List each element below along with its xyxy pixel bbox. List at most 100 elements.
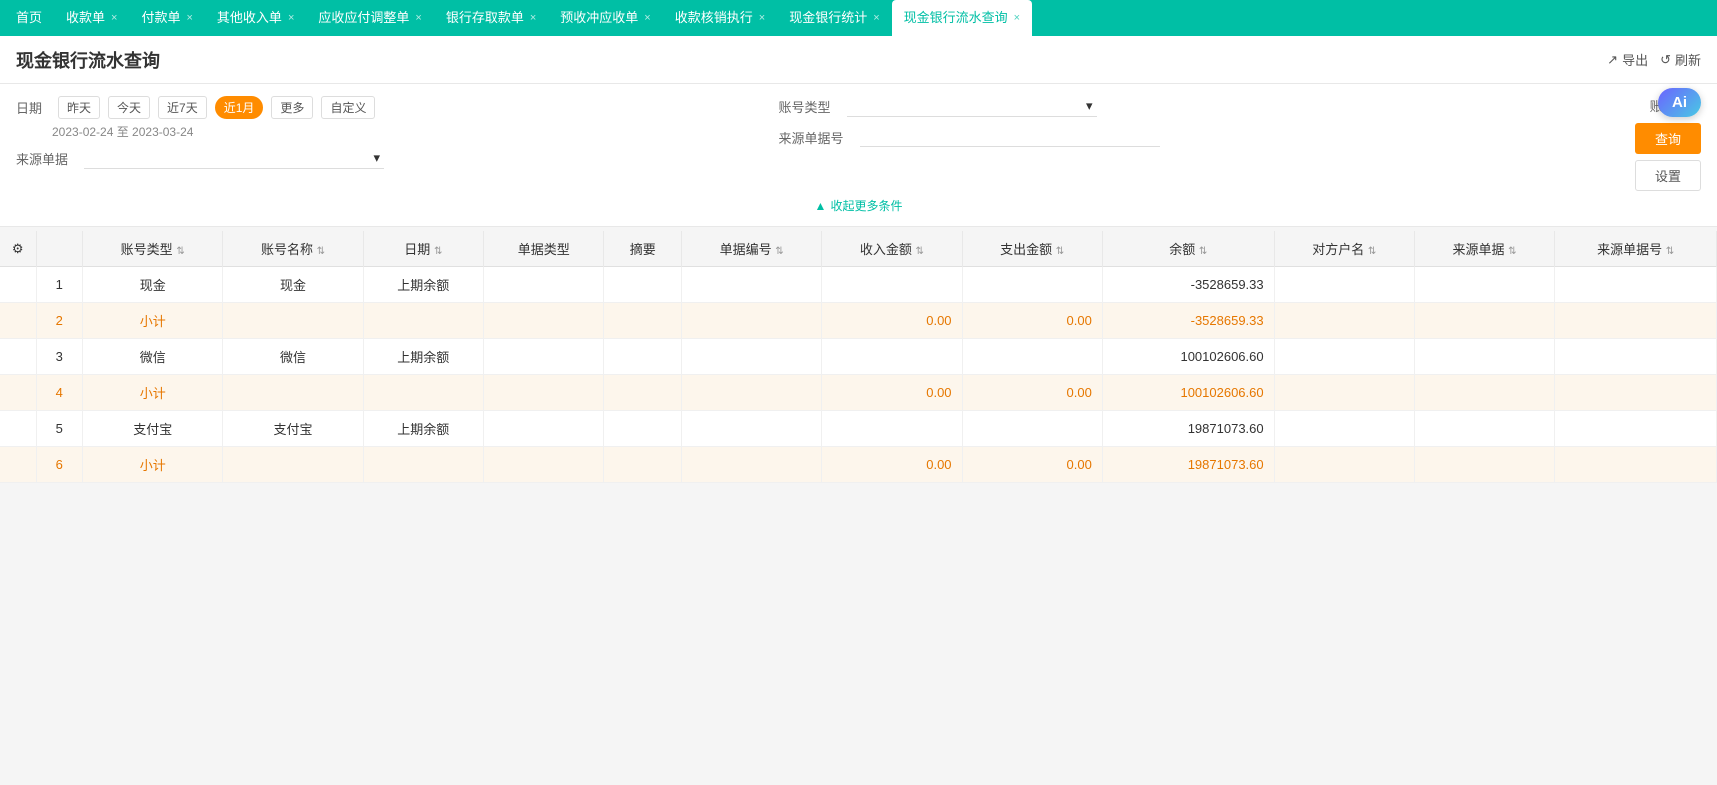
source-doc-no-input[interactable] [860, 127, 1160, 147]
account-type-select[interactable]: ▾ [847, 96, 1097, 117]
nav-receipt-exec-close[interactable]: × [759, 0, 765, 36]
cell-account-type: 支付宝 [83, 411, 223, 447]
col-account-name[interactable]: 账号名称 ⇅ [223, 231, 363, 267]
cell-income: 0.00 [822, 375, 962, 411]
col-source-doc[interactable]: 来源单据 ⇅ [1414, 231, 1554, 267]
cell-summary [604, 267, 682, 303]
date-range-display: 2023-02-24 至 2023-03-24 [52, 125, 193, 139]
cell-balance: 100102606.60 [1102, 339, 1274, 375]
account-type-chevron-icon: ▾ [1086, 98, 1093, 114]
cell-doc-no [682, 267, 822, 303]
cell-counterparty [1274, 411, 1414, 447]
cell-income [822, 411, 962, 447]
nav-receipt[interactable]: 收款单 × [54, 0, 129, 36]
setting-button[interactable]: 设置 [1635, 160, 1701, 191]
sort-icon-account-name: ⇅ [317, 246, 325, 257]
nav-cash-flow-query-close[interactable]: × [1014, 0, 1020, 36]
cell-summary [604, 303, 682, 339]
cell-source-doc [1414, 375, 1554, 411]
nav-other-income-close[interactable]: × [288, 0, 294, 36]
col-summary: 摘要 [604, 231, 682, 267]
cell-source-doc [1414, 411, 1554, 447]
col-counterparty[interactable]: 对方户名 ⇅ [1274, 231, 1414, 267]
nav-bank-deposit-close[interactable]: × [530, 0, 536, 36]
cell-doc-type [484, 447, 604, 483]
cell-counterparty [1274, 375, 1414, 411]
sort-icon-account-type: ⇅ [176, 246, 184, 257]
date-options: 昨天 今天 近7天 近1月 更多 自定义 [58, 96, 375, 119]
filter-row-account-type: 账号类型 ▾ [779, 96, 1502, 117]
sort-icon-income: ⇅ [916, 246, 924, 257]
btn-group: 查询 设置 [1635, 123, 1701, 191]
col-expense[interactable]: 支出金额 ⇅ [962, 231, 1102, 267]
cell-account-type: 微信 [83, 339, 223, 375]
sort-icon-date: ⇅ [434, 246, 442, 257]
date-more[interactable]: 更多 [271, 96, 313, 119]
nav-prepayment-close[interactable]: × [644, 0, 650, 36]
cell-expense [962, 411, 1102, 447]
cell-account-type: 小计 [83, 375, 223, 411]
cell-gear [0, 267, 36, 303]
cell-expense [962, 267, 1102, 303]
col-doc-type: 单据类型 [484, 231, 604, 267]
col-account-type[interactable]: 账号类型 ⇅ [83, 231, 223, 267]
col-balance[interactable]: 余额 ⇅ [1102, 231, 1274, 267]
cell-gear [0, 411, 36, 447]
date-7days[interactable]: 近7天 [158, 96, 207, 119]
cell-doc-no [682, 303, 822, 339]
nav-prepayment[interactable]: 预收冲应收单 × [548, 0, 662, 36]
collapse-bar[interactable]: ▲ 收起更多条件 [16, 197, 1701, 214]
sort-icon-source-doc: ⇅ [1508, 246, 1516, 257]
nav-cash-stats-close[interactable]: × [873, 0, 879, 36]
nav-receipt-close[interactable]: × [111, 0, 117, 36]
cell-gear [0, 375, 36, 411]
cell-income [822, 339, 962, 375]
nav-receipt-exec[interactable]: 收款核销执行 × [663, 0, 777, 36]
cell-date: 上期余额 [363, 267, 483, 303]
cell-expense: 0.00 [962, 447, 1102, 483]
cell-balance: 19871073.60 [1102, 447, 1274, 483]
col-date[interactable]: 日期 ⇅ [363, 231, 483, 267]
cell-account-name: 现金 [223, 267, 363, 303]
col-source-doc-no[interactable]: 来源单据号 ⇅ [1555, 231, 1717, 267]
nav-payment[interactable]: 付款单 × [129, 0, 204, 36]
refresh-button[interactable]: ↺ 刷新 [1660, 50, 1701, 69]
nav-cash-flow-query[interactable]: 现金银行流水查询 × [892, 0, 1032, 36]
date-today[interactable]: 今天 [108, 96, 150, 119]
top-nav: 首页 收款单 × 付款单 × 其他收入单 × 应收应付调整单 × 银行存取款单 … [0, 0, 1717, 36]
cell-summary [604, 375, 682, 411]
date-yesterday[interactable]: 昨天 [58, 96, 100, 119]
date-1month[interactable]: 近1月 [215, 96, 264, 119]
nav-ar-ap-adjust[interactable]: 应收应付调整单 × [306, 0, 433, 36]
export-button[interactable]: ↗ 导出 [1607, 50, 1648, 69]
filter-row-source-no: 来源单据号 [779, 127, 1502, 147]
col-doc-no[interactable]: 单据编号 ⇅ [682, 231, 822, 267]
cell-date [363, 375, 483, 411]
query-button[interactable]: 查询 [1635, 123, 1701, 154]
cell-source-doc-no [1555, 267, 1717, 303]
nav-ar-ap-adjust-close[interactable]: × [415, 0, 421, 36]
cell-index: 4 [36, 375, 83, 411]
cell-expense [962, 339, 1102, 375]
ai-badge[interactable]: Ai [1658, 88, 1701, 117]
cell-doc-type [484, 411, 604, 447]
nav-bank-deposit[interactable]: 银行存取款单 × [434, 0, 548, 36]
cell-income: 0.00 [822, 447, 962, 483]
col-income[interactable]: 收入金额 ⇅ [822, 231, 962, 267]
nav-cash-stats[interactable]: 现金银行统计 × [777, 0, 891, 36]
data-table: ⚙ 账号类型 ⇅ 账号名称 ⇅ 日期 ⇅ 单据类型 摘 [0, 231, 1717, 483]
nav-home[interactable]: 首页 [4, 0, 54, 36]
cell-account-type: 现金 [83, 267, 223, 303]
date-custom[interactable]: 自定义 [321, 96, 375, 119]
cell-summary [604, 339, 682, 375]
sort-icon-doc-no: ⇅ [775, 246, 783, 257]
col-gear[interactable]: ⚙ [0, 231, 36, 267]
source-doc-select[interactable]: ▾ [84, 148, 384, 169]
cell-account-name: 支付宝 [223, 411, 363, 447]
header-actions: ↗ 导出 ↺ 刷新 [1607, 50, 1701, 69]
cell-source-doc-no [1555, 339, 1717, 375]
nav-other-income[interactable]: 其他收入单 × [205, 0, 306, 36]
col-index [36, 231, 83, 267]
nav-payment-close[interactable]: × [186, 0, 192, 36]
table-row: 5支付宝支付宝上期余额19871073.60 [0, 411, 1717, 447]
